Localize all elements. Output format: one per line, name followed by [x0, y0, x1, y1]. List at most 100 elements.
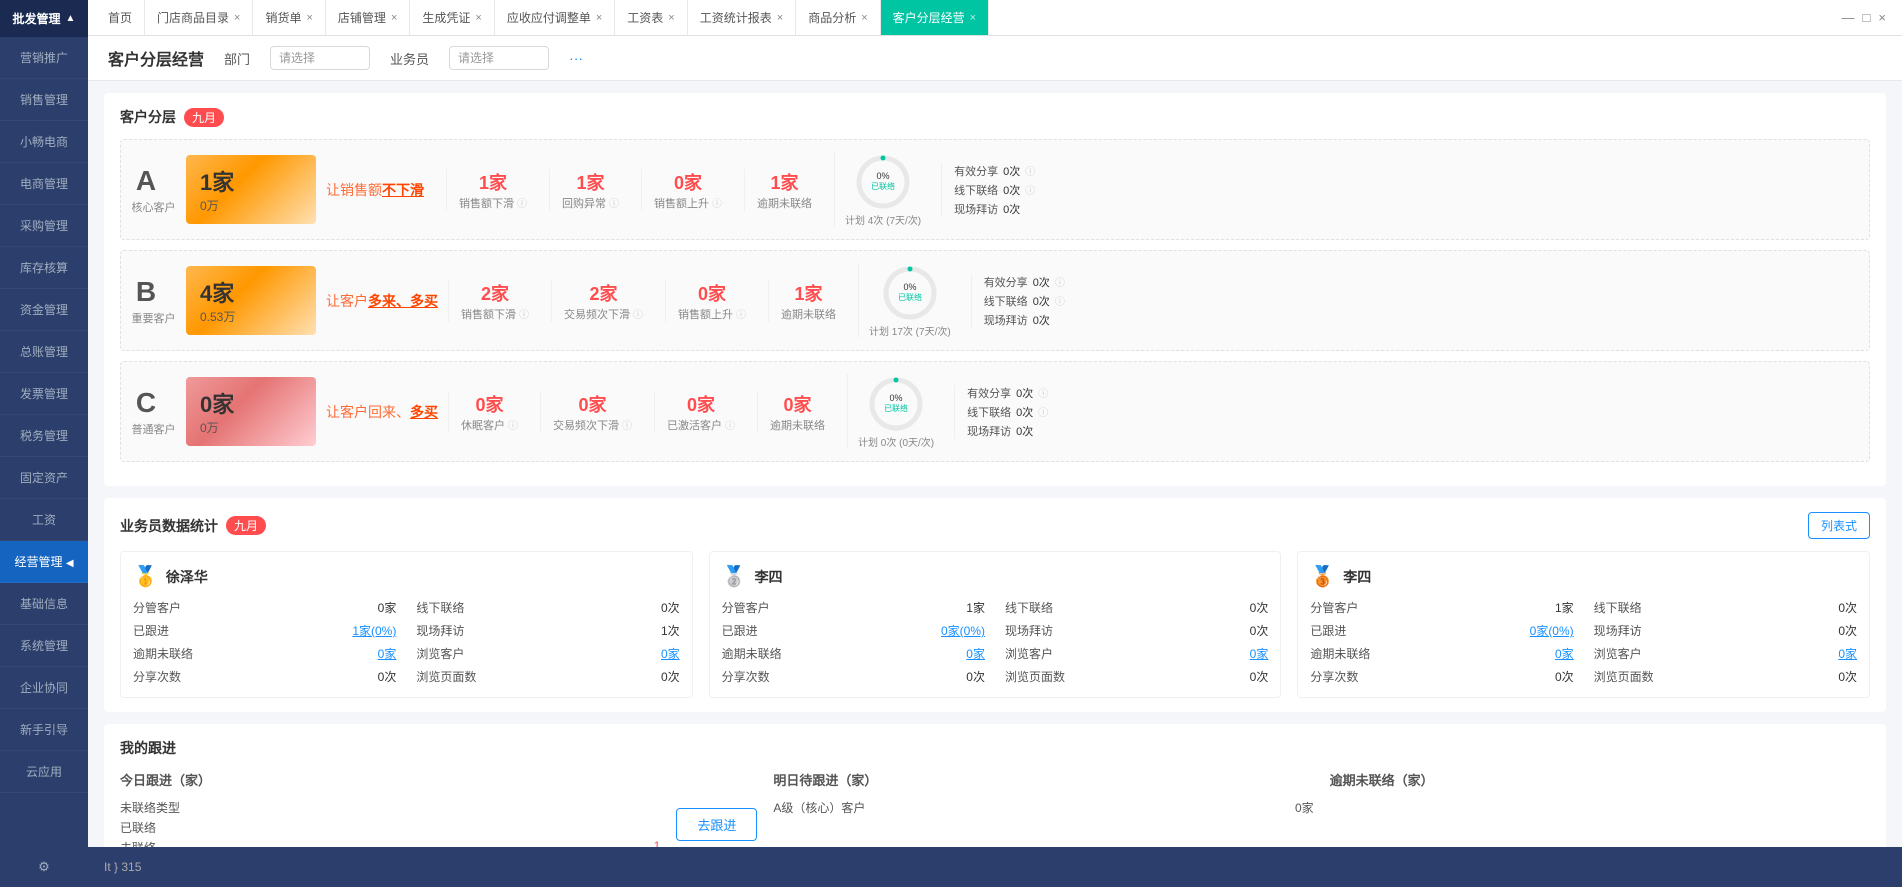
more-filter-icon[interactable]: ··· — [569, 50, 583, 66]
tier-b-metric-4: 1家 逾期未联络 — [768, 280, 848, 322]
sidebar-expand-icon[interactable]: ▲ — [66, 13, 76, 24]
tab-close-icon[interactable]: × — [475, 12, 481, 24]
tab-product-analysis[interactable]: 商品分析 × — [796, 0, 880, 36]
tier-b-label-wrap: B 重要客户 — [131, 276, 176, 326]
sidebar-item-xitong[interactable]: 系统管理 — [0, 625, 88, 667]
tab-close-icon[interactable]: × — [861, 12, 867, 24]
info-icon[interactable]: ⓘ — [508, 417, 518, 432]
circle-plan: 计划 4次 (7天/次) — [845, 212, 921, 227]
sidebar-item-xiaoshou[interactable]: 销售管理 — [0, 79, 88, 121]
sidebar-item-dianshang[interactable]: 电商管理 — [0, 163, 88, 205]
svg-text:0%: 0% — [890, 393, 903, 403]
tier-a-letter: A — [131, 165, 161, 197]
staff-card-2: 🥈 李四 分管客户 1家 线下联络 0次 已跟进 — [709, 551, 1282, 698]
sidebar-item-zhangzhang[interactable]: 总账管理 — [0, 331, 88, 373]
info-icon[interactable]: ⓘ — [622, 417, 632, 432]
tab-ar-ap[interactable]: 应收应付调整单 × — [495, 0, 615, 36]
sidebar-item-label: 发票管理 — [20, 387, 68, 401]
info-icon[interactable]: ⓘ — [1055, 274, 1065, 289]
tier-c-metric-4: 0家 逾期未联络 — [757, 391, 837, 433]
sidebar-item-label: 云应用 — [26, 765, 62, 779]
sidebar-item-yingxiao[interactable]: 营销推广 — [0, 37, 88, 79]
sidebar-item-label: 企业协同 — [20, 681, 68, 695]
sidebar-item-shuiwu[interactable]: 税务管理 — [0, 415, 88, 457]
sidebar-item-label: 采购管理 — [20, 219, 68, 233]
info-icon[interactable]: ⓘ — [609, 195, 619, 210]
sidebar-item-kucun[interactable]: 库存核算 — [0, 247, 88, 289]
sidebar-item-qiye[interactable]: 企业协同 — [0, 667, 88, 709]
info-icon[interactable]: ⓘ — [519, 306, 529, 321]
sidebar-item-gongzi[interactable]: 工资 — [0, 499, 88, 541]
window-max-icon[interactable]: □ — [1863, 10, 1871, 25]
tab-close-icon[interactable]: × — [596, 12, 602, 24]
tab-sales-order[interactable]: 销货单 × — [253, 0, 325, 36]
info-icon[interactable]: ⓘ — [736, 306, 746, 321]
tab-payroll[interactable]: 工资表 × — [615, 0, 687, 36]
window-min-icon[interactable]: — — [1842, 10, 1855, 25]
tab-close-icon[interactable]: × — [391, 12, 397, 24]
sidebar-item-label: 销售管理 — [20, 93, 68, 107]
metric-count: 2家 — [481, 280, 509, 306]
tab-store-products[interactable]: 门店商品目录 × — [145, 0, 253, 36]
tab-payroll-report[interactable]: 工资统计报表 × — [688, 0, 796, 36]
sidebar-logo[interactable]: 批发管理 ▲ — [0, 0, 88, 37]
metric-count: 1家 — [479, 169, 507, 195]
tier-c-circle: 0% 已联络 计划 0次 (0天/次) — [847, 374, 944, 449]
followup-section: 我的跟进 今日跟进（家） 未联络类型 已联络 未联络1 — [104, 724, 1886, 847]
dept-select[interactable]: 请选择 — [270, 46, 370, 70]
sidebar-item-jingying[interactable]: 经营管理 ◀ — [0, 541, 88, 583]
followup-overdue-card: 逾期未联络（家） — [1330, 770, 1870, 799]
tab-voucher[interactable]: 生成凭证 × — [410, 0, 494, 36]
staff-name-row-2: 🥈 李四 — [722, 564, 1269, 589]
tab-close-icon[interactable]: × — [234, 12, 240, 24]
sidebar-item-zijin[interactable]: 资金管理 — [0, 289, 88, 331]
sidebar-gear-icon[interactable]: ⚙ — [0, 847, 88, 887]
sidebar-item-fapiao[interactable]: 发票管理 — [0, 373, 88, 415]
right-stat-visit: 现场拜访 0次 — [984, 312, 1101, 328]
tier-b-right-stats: 有效分享 0次 ⓘ 线下联络 0次 ⓘ 现场拜访 0次 — [971, 274, 1101, 328]
tier-a-metric-4: 1家 逾期未联络 — [744, 169, 824, 211]
go-followup-button[interactable]: 去跟进 — [676, 808, 757, 841]
tier-a-main-stats: 1家 0万 — [186, 155, 316, 224]
info-icon[interactable]: ⓘ — [1055, 293, 1065, 308]
info-icon[interactable]: ⓘ — [712, 195, 722, 210]
metric-label: 销售额上升 ⓘ — [654, 195, 722, 211]
sidebar-item-yunyingyong[interactable]: 云应用 — [0, 751, 88, 793]
staff-stat: 逾期未联络 0家 — [722, 645, 985, 662]
page-title: 客户分层经营 — [108, 46, 204, 70]
staff-select[interactable]: 请选择 — [449, 46, 549, 70]
info-icon[interactable]: ⓘ — [633, 306, 643, 321]
sidebar-item-xinshou[interactable]: 新手引导 — [0, 709, 88, 751]
metric-label: 逾期未联络 — [781, 306, 836, 322]
tab-shop-mgmt[interactable]: 店铺管理 × — [326, 0, 410, 36]
info-icon[interactable]: ⓘ — [1025, 163, 1035, 178]
tab-home[interactable]: 首页 — [96, 0, 145, 36]
list-view-button[interactable]: 列表式 — [1808, 512, 1870, 539]
tab-close-icon[interactable]: × — [970, 12, 976, 24]
info-icon[interactable]: ⓘ — [517, 195, 527, 210]
info-icon[interactable]: ⓘ — [1025, 182, 1035, 197]
section-header-followup: 我的跟进 — [120, 738, 1870, 758]
sidebar-item-xiaochang[interactable]: 小畅电商 — [0, 121, 88, 163]
tab-close-icon[interactable]: × — [306, 12, 312, 24]
sidebar-item-jichu[interactable]: 基础信息 — [0, 583, 88, 625]
tab-customer-tier[interactable]: 客户分层经营 × — [881, 0, 989, 36]
tomorrow-rows: A级（核心）客户 0家 — [773, 799, 1313, 816]
right-stat-offline: 线下联络 0次 ⓘ — [967, 404, 1084, 420]
sidebar-item-label: 经营管理 — [14, 555, 62, 569]
staff-section-title: 业务员数据统计 — [120, 516, 218, 536]
info-icon[interactable]: ⓘ — [1038, 404, 1048, 419]
metric-count: 0家 — [674, 169, 702, 195]
tab-close-icon[interactable]: × — [668, 12, 674, 24]
info-icon[interactable]: ⓘ — [1038, 385, 1048, 400]
tab-close-icon[interactable]: × — [777, 12, 783, 24]
window-close-icon[interactable]: × — [1878, 10, 1886, 25]
sidebar-item-gudingzichan[interactable]: 固定资产 — [0, 457, 88, 499]
tier-a-motto: 让销售额不下滑 — [326, 180, 436, 200]
tier-a-count: 1家 — [200, 165, 302, 197]
right-stat-offline: 线下联络 0次 ⓘ — [984, 293, 1101, 309]
sidebar-item-caigou[interactable]: 采购管理 — [0, 205, 88, 247]
metric-count: 1家 — [770, 169, 798, 195]
metric-label: 逾期未联络 — [770, 417, 825, 433]
info-icon[interactable]: ⓘ — [725, 417, 735, 432]
